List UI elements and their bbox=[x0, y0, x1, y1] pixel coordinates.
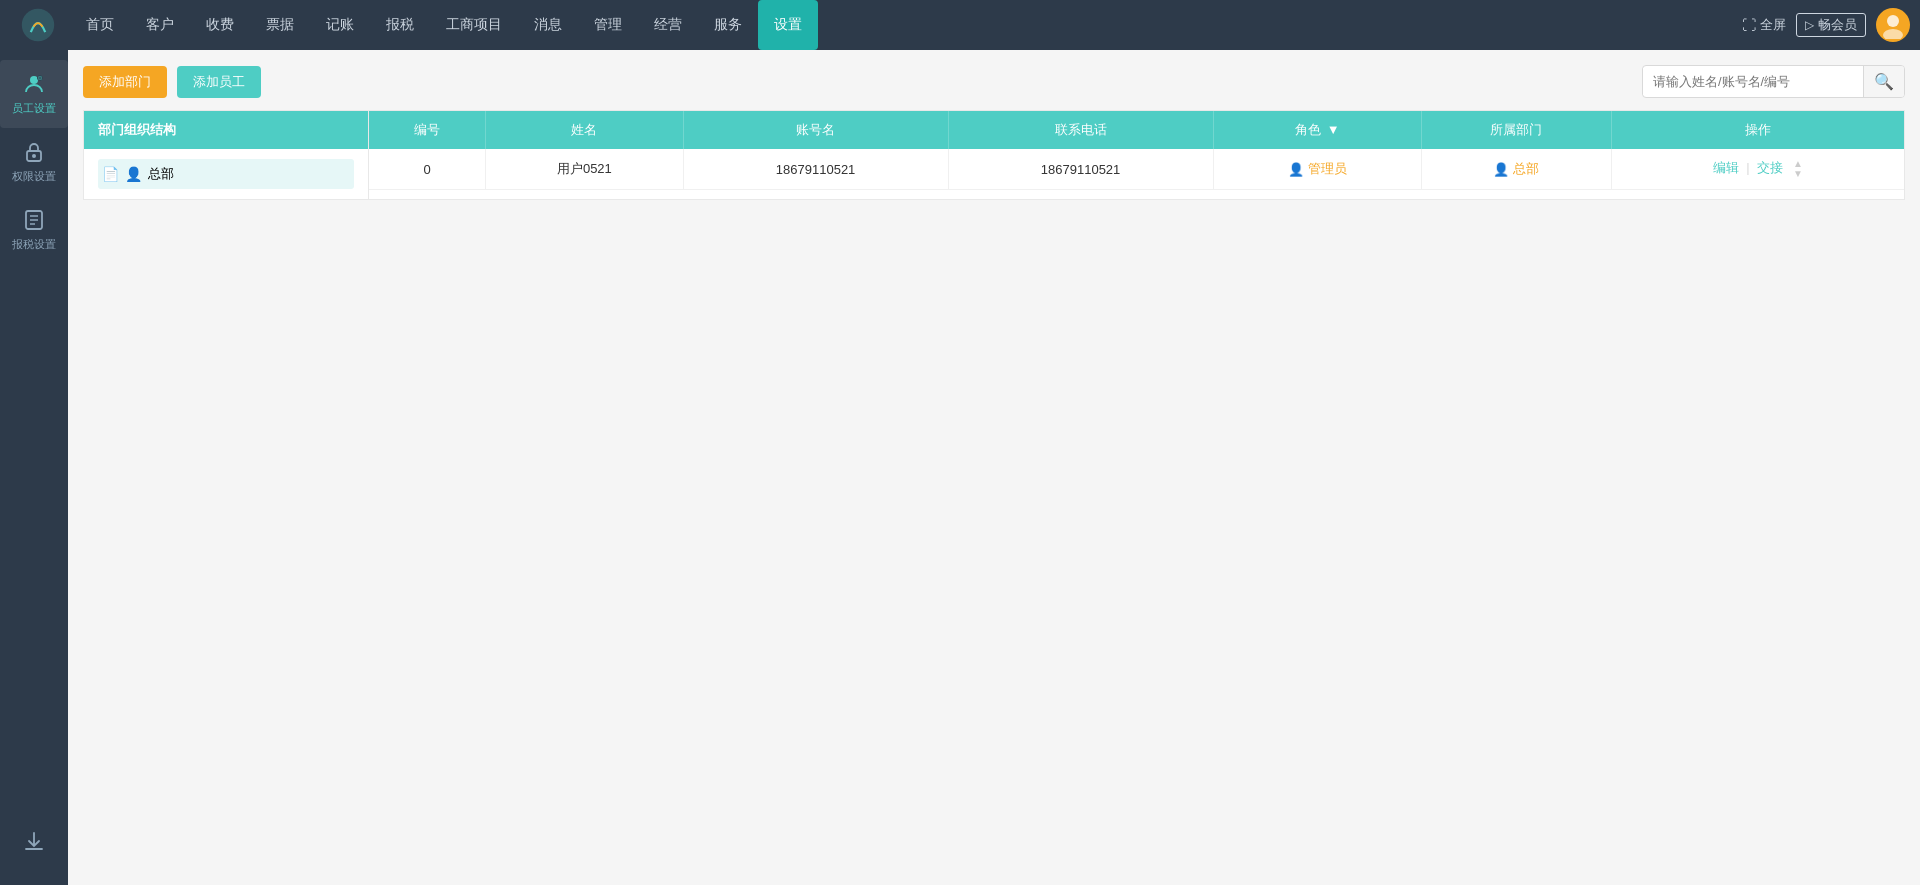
col-dept: 所属部门 bbox=[1422, 111, 1611, 149]
cell-role: 👤 管理员 bbox=[1213, 149, 1422, 190]
nav-invoice[interactable]: 票据 bbox=[250, 0, 310, 50]
employee-data-table: 编号 姓名 账号名 联系电话 角色 ▼ 所属部门 操作 bbox=[369, 111, 1904, 190]
file-icon: 📄 bbox=[102, 166, 119, 182]
scroll-down-icon[interactable]: ▼ bbox=[1793, 169, 1803, 179]
sidebar-download[interactable] bbox=[0, 807, 68, 875]
nav-service[interactable]: 服务 bbox=[698, 0, 758, 50]
nav-customer[interactable]: 客户 bbox=[130, 0, 190, 50]
col-action: 操作 bbox=[1611, 111, 1904, 149]
role-icon: 👤 bbox=[1288, 162, 1304, 177]
cell-dept: 👤 总部 bbox=[1422, 149, 1611, 190]
edit-link[interactable]: 编辑 bbox=[1713, 160, 1739, 175]
svg-point-0 bbox=[21, 9, 53, 41]
nav-home[interactable]: 首页 bbox=[70, 0, 130, 50]
sidebar-item-permission[interactable]: 权限设置 bbox=[0, 128, 68, 196]
fullscreen-label: 全屏 bbox=[1760, 16, 1786, 34]
nav-business[interactable]: 工商项目 bbox=[430, 0, 518, 50]
dept-person-icon: 👤 bbox=[125, 166, 142, 182]
add-employee-button[interactable]: 添加员工 bbox=[177, 66, 261, 98]
vip-icon: ▷ bbox=[1805, 18, 1814, 32]
svg-point-8 bbox=[32, 154, 36, 158]
col-name: 姓名 bbox=[486, 111, 683, 149]
search-area: 🔍 bbox=[1642, 65, 1905, 98]
sidebar: 员工设置 权限设置 报税设置 bbox=[0, 50, 68, 885]
tax-icon bbox=[22, 208, 46, 232]
fullscreen-icon: ⛶ bbox=[1742, 17, 1756, 33]
main-layout: 员工设置 权限设置 报税设置 bbox=[0, 50, 1920, 885]
action-divider: | bbox=[1746, 160, 1749, 175]
col-phone: 联系电话 bbox=[948, 111, 1213, 149]
transfer-link[interactable]: 交接 bbox=[1757, 160, 1783, 175]
dept-name: 总部 bbox=[148, 165, 174, 183]
cell-actions: 编辑 | 交接 ▲ ▼ bbox=[1611, 149, 1904, 190]
nav-accounting[interactable]: 记账 bbox=[310, 0, 370, 50]
nav-manage[interactable]: 管理 bbox=[578, 0, 638, 50]
table-row: 0 用户0521 18679110521 18679110521 👤 管理员 bbox=[369, 149, 1904, 190]
search-input[interactable] bbox=[1643, 68, 1863, 95]
dept-tree-body: 📄 👤 总部 bbox=[84, 149, 368, 199]
cell-account: 18679110521 bbox=[683, 149, 948, 190]
main-panel: 部门组织结构 📄 👤 总部 编号 姓名 账号名 bbox=[83, 110, 1905, 200]
main-content: 添加部门 添加员工 🔍 部门组织结构 📄 👤 总部 bbox=[68, 50, 1920, 885]
top-navigation: 首页 客户 收费 票据 记账 报税 工商项目 消息 管理 经营 服务 设置 ⛶ … bbox=[0, 0, 1920, 50]
dept-icon: 👤 bbox=[1493, 162, 1509, 177]
nav-message[interactable]: 消息 bbox=[518, 0, 578, 50]
nav-tax[interactable]: 报税 bbox=[370, 0, 430, 50]
svg-point-2 bbox=[1883, 29, 1903, 39]
avatar[interactable] bbox=[1876, 8, 1910, 42]
nav-menu: 首页 客户 收费 票据 记账 报税 工商项目 消息 管理 经营 服务 设置 bbox=[70, 0, 1742, 50]
cell-name: 用户0521 bbox=[486, 149, 683, 190]
sidebar-item-employee[interactable]: 员工设置 bbox=[0, 60, 68, 128]
col-account: 账号名 bbox=[683, 111, 948, 149]
sidebar-item-tax[interactable]: 报税设置 bbox=[0, 196, 68, 264]
search-button[interactable]: 🔍 bbox=[1863, 66, 1904, 97]
dept-tree-header: 部门组织结构 bbox=[84, 111, 368, 149]
cell-id: 0 bbox=[369, 149, 486, 190]
dept-tree-item[interactable]: 📄 👤 总部 bbox=[98, 159, 354, 189]
search-icon: 🔍 bbox=[1874, 73, 1894, 90]
vip-label: 畅会员 bbox=[1818, 16, 1857, 34]
role-badge: 👤 管理员 bbox=[1288, 160, 1347, 178]
add-dept-button[interactable]: 添加部门 bbox=[83, 66, 167, 98]
dept-tree: 部门组织结构 📄 👤 总部 bbox=[84, 111, 369, 199]
dept-badge: 👤 总部 bbox=[1493, 160, 1539, 178]
nav-right: ⛶ 全屏 ▷ 畅会员 bbox=[1742, 8, 1910, 42]
vip-button[interactable]: ▷ 畅会员 bbox=[1796, 13, 1866, 37]
svg-point-3 bbox=[30, 76, 38, 84]
col-id: 编号 bbox=[369, 111, 486, 149]
filter-icon[interactable]: ▼ bbox=[1327, 122, 1340, 137]
fullscreen-button[interactable]: ⛶ 全屏 bbox=[1742, 16, 1786, 34]
sidebar-item-permission-label: 权限设置 bbox=[12, 169, 56, 184]
nav-settings[interactable]: 设置 bbox=[758, 0, 818, 50]
nav-fee[interactable]: 收费 bbox=[190, 0, 250, 50]
sidebar-bottom bbox=[0, 807, 68, 875]
cell-phone: 18679110521 bbox=[948, 149, 1213, 190]
logo[interactable] bbox=[10, 7, 65, 43]
sidebar-item-employee-label: 员工设置 bbox=[12, 101, 56, 116]
col-role: 角色 ▼ bbox=[1213, 111, 1422, 149]
download-icon bbox=[22, 829, 46, 853]
nav-operation[interactable]: 经营 bbox=[638, 0, 698, 50]
sidebar-item-tax-label: 报税设置 bbox=[12, 237, 56, 252]
toolbar: 添加部门 添加员工 🔍 bbox=[83, 65, 1905, 98]
lock-icon bbox=[22, 140, 46, 164]
svg-point-1 bbox=[1887, 15, 1899, 27]
employee-table: 编号 姓名 账号名 联系电话 角色 ▼ 所属部门 操作 bbox=[369, 111, 1904, 199]
person-settings-icon bbox=[22, 72, 46, 96]
